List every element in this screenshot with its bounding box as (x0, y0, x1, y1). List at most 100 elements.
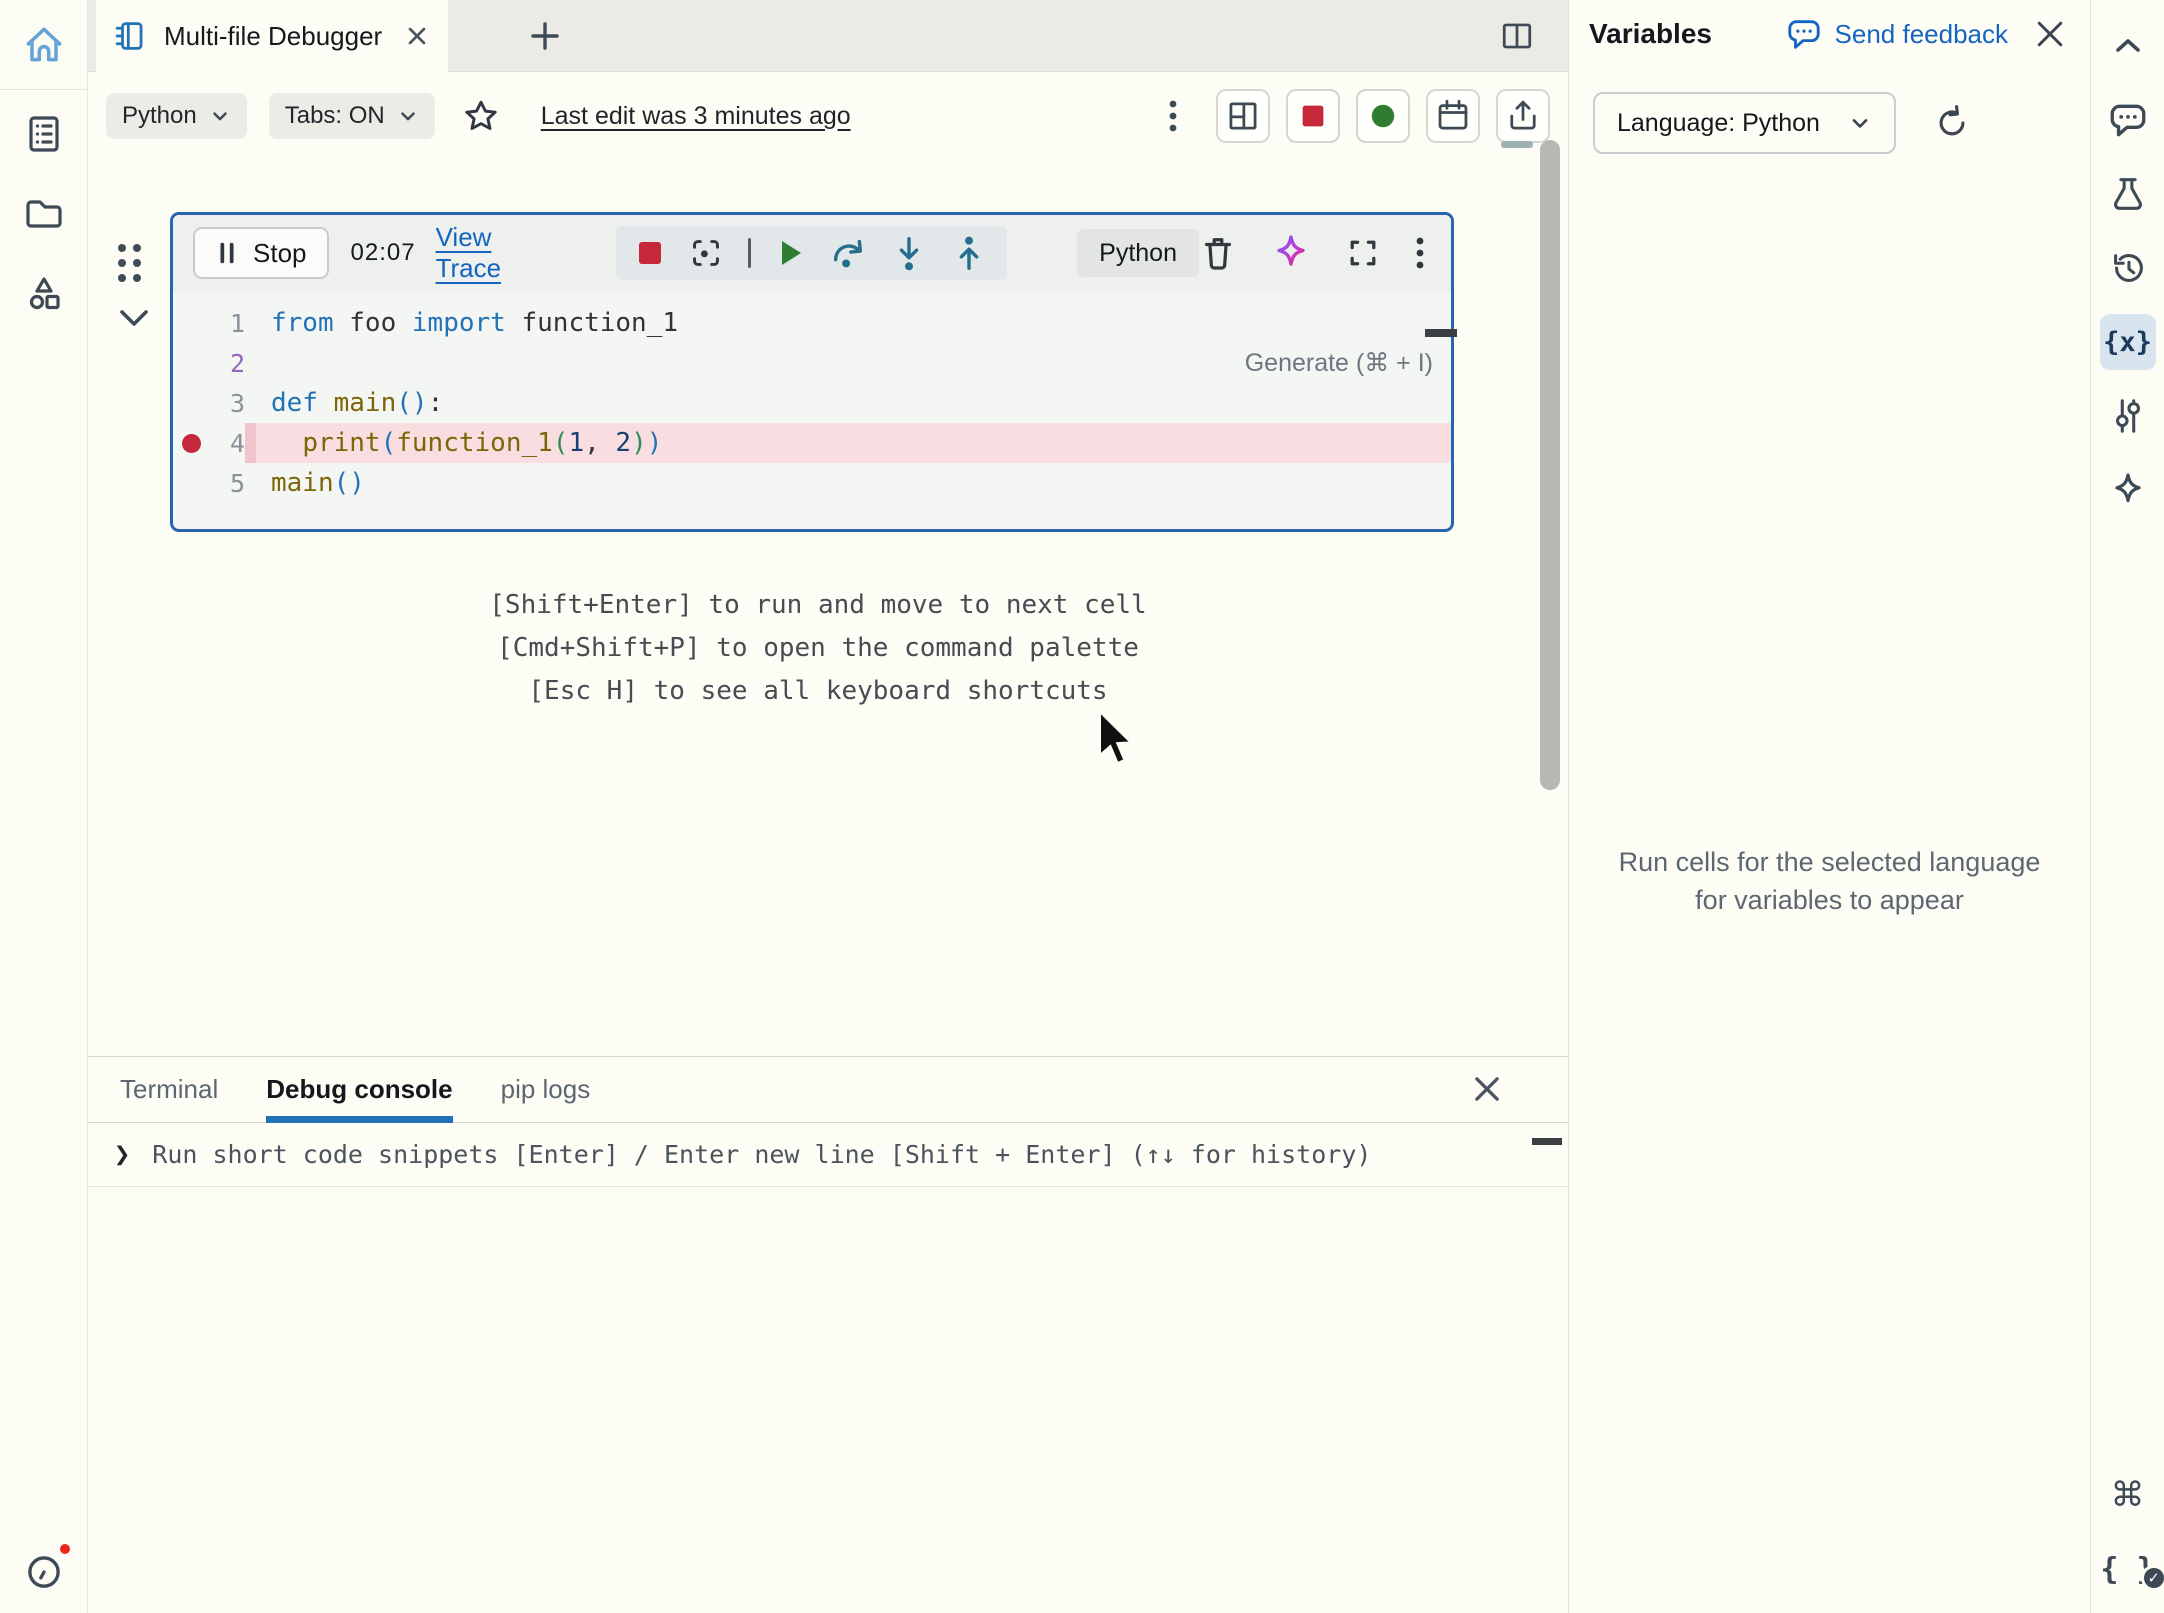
code-text: main() (271, 468, 365, 498)
code-line[interactable]: 2 Generate (⌘ + I) (173, 343, 1451, 383)
tab-close-button[interactable] (404, 23, 430, 49)
bottom-panel-tabs: Terminal Debug console pip logs (88, 1057, 1568, 1123)
variables-language-dropdown[interactable]: Language: Python (1593, 92, 1896, 154)
collapse-panel-button[interactable] (2100, 18, 2156, 74)
ai-rail-button[interactable] (2100, 462, 2156, 518)
tab-multi-file-debugger[interactable]: Multi-file Debugger (96, 0, 448, 72)
delete-cell-button[interactable] (1199, 233, 1237, 273)
send-feedback-link[interactable]: Send feedback (1785, 16, 2008, 52)
line-number: 2 (209, 349, 245, 378)
variables-panel: Variables Send feedback Language: Python (1568, 0, 2090, 1613)
kebab-menu-icon (1415, 236, 1425, 270)
stop-debug-button[interactable]: Stop (193, 227, 329, 279)
generate-ai-hint[interactable]: Generate (⌘ + I) (1245, 348, 1433, 378)
share-button[interactable] (1496, 89, 1550, 143)
cell-outline-marker (1501, 141, 1533, 148)
sidebar-item-blocks[interactable] (18, 268, 70, 320)
send-feedback-label: Send feedback (1835, 19, 2008, 50)
code-editor[interactable]: 1from foo import function_1 2 Generate (⌘ … (173, 291, 1451, 529)
ai-assist-button[interactable] (1271, 233, 1311, 273)
schedule-button[interactable] (1426, 89, 1480, 143)
command-palette-button[interactable]: ⌘ (2100, 1467, 2156, 1523)
experiments-button[interactable] (2100, 166, 2156, 222)
bottom-panel: Terminal Debug console pip logs ❯ Run shor… (88, 1056, 1568, 1613)
code-line-content[interactable]: main() (245, 463, 1451, 503)
ai-sparkle-icon (1271, 233, 1311, 273)
divider (748, 238, 751, 268)
tabs-toggle-dropdown[interactable]: Tabs: ON (269, 93, 435, 139)
code-line[interactable]: 3def main(): (173, 383, 1451, 423)
right-sidebar: {x} ⌘ { }✓ (2090, 0, 2164, 1613)
breakpoint-gutter[interactable] (173, 434, 209, 453)
chevron-up-icon (2112, 36, 2144, 56)
debug-stop-button[interactable] (636, 239, 664, 267)
sidebar-item-files[interactable] (18, 188, 70, 240)
focus-current-line-button[interactable] (688, 235, 724, 271)
step-into-button[interactable] (891, 234, 927, 272)
panel-title: Variables (1589, 18, 1712, 50)
machine-status-button[interactable] (1356, 89, 1410, 143)
code-line-content[interactable]: def main(): (245, 383, 1451, 423)
prompt-chevron-icon: ❯ (114, 1139, 130, 1170)
view-trace-link[interactable]: View Trace (436, 222, 521, 284)
comments-button[interactable] (2100, 92, 2156, 148)
layout-button[interactable] (1216, 89, 1270, 143)
split-view-button[interactable] (1500, 20, 1534, 52)
refresh-variables-button[interactable] (1932, 103, 1972, 143)
activity-button[interactable] (18, 1545, 70, 1597)
trash-icon (1199, 233, 1237, 273)
favorite-button[interactable] (463, 98, 499, 134)
code-snippets-button[interactable]: { }✓ (2100, 1541, 2156, 1597)
last-edit-link[interactable]: Last edit was 3 minutes ago (541, 102, 851, 131)
bottom-tab-pip-logs[interactable]: pip logs (501, 1057, 591, 1122)
code-line[interactable]: 5main() (173, 463, 1451, 503)
step-out-icon (951, 234, 987, 272)
fullscreen-button[interactable] (1345, 235, 1381, 271)
step-over-icon (829, 235, 867, 271)
continue-run-button[interactable] (775, 237, 805, 269)
sidebar-item-outline[interactable] (18, 108, 70, 160)
record-dot-icon (1364, 97, 1402, 135)
continue-play-icon (775, 237, 805, 269)
breakpoint-line-highlight[interactable]: print(function_1(1, 2)) (245, 423, 1451, 463)
stop-machine-button[interactable] (1286, 89, 1340, 143)
bottom-tab-debug-console[interactable]: Debug console (266, 1057, 452, 1122)
more-options-button[interactable] (1158, 93, 1188, 139)
language-dropdown[interactable]: Python (106, 93, 247, 139)
home-button[interactable] (18, 19, 70, 71)
cell-drag-handle[interactable] (118, 244, 141, 282)
tab-bar: Multi-file Debugger (88, 0, 1568, 72)
history-button[interactable] (2100, 240, 2156, 296)
focus-line-icon (688, 235, 724, 271)
vertical-scrollbar[interactable] (1540, 140, 1560, 790)
code-line[interactable]: 4 print(function_1(1, 2)) (173, 423, 1451, 463)
close-icon (1468, 1070, 1506, 1108)
step-into-icon (891, 234, 927, 272)
tabs-toggle-label: Tabs: ON (285, 102, 385, 130)
breakpoint-dot[interactable] (182, 434, 201, 453)
bottom-tab-terminal[interactable]: Terminal (120, 1057, 218, 1122)
cell-collapse-button[interactable] (114, 306, 154, 330)
step-out-button[interactable] (951, 234, 987, 272)
language-dropdown-label: Python (122, 102, 197, 130)
cell-more-button[interactable] (1415, 236, 1425, 270)
keyboard-hint: [Cmd+Shift+P] to open the command palett… (88, 627, 1548, 670)
variables-close-button[interactable] (2032, 16, 2068, 52)
notebook-canvas: Stop 02:07 View Trace (88, 160, 1568, 1056)
command-key-icon: ⌘ (2111, 1475, 2145, 1515)
ai-sparkle-icon (2108, 470, 2148, 510)
comments-bubble-icon (2107, 100, 2149, 140)
variables-rail-button[interactable]: {x} (2100, 314, 2156, 370)
code-line-content[interactable]: Generate (⌘ + I) (245, 343, 1451, 383)
debug-console-input[interactable]: ❯ Run short code snippets [Enter] / Ente… (88, 1123, 1568, 1187)
notebook-icon (114, 19, 148, 53)
bottom-panel-close-button[interactable] (1468, 1070, 1506, 1108)
step-over-button[interactable] (829, 235, 867, 271)
line-number: 3 (209, 389, 245, 418)
cell-language-badge[interactable]: Python (1077, 229, 1199, 277)
close-icon (2032, 16, 2068, 52)
settings-sliders-button[interactable] (2100, 388, 2156, 444)
code-line[interactable]: 1from foo import function_1 (173, 303, 1451, 343)
code-line-content[interactable]: from foo import function_1 (245, 303, 1451, 343)
new-tab-button[interactable] (528, 19, 562, 53)
